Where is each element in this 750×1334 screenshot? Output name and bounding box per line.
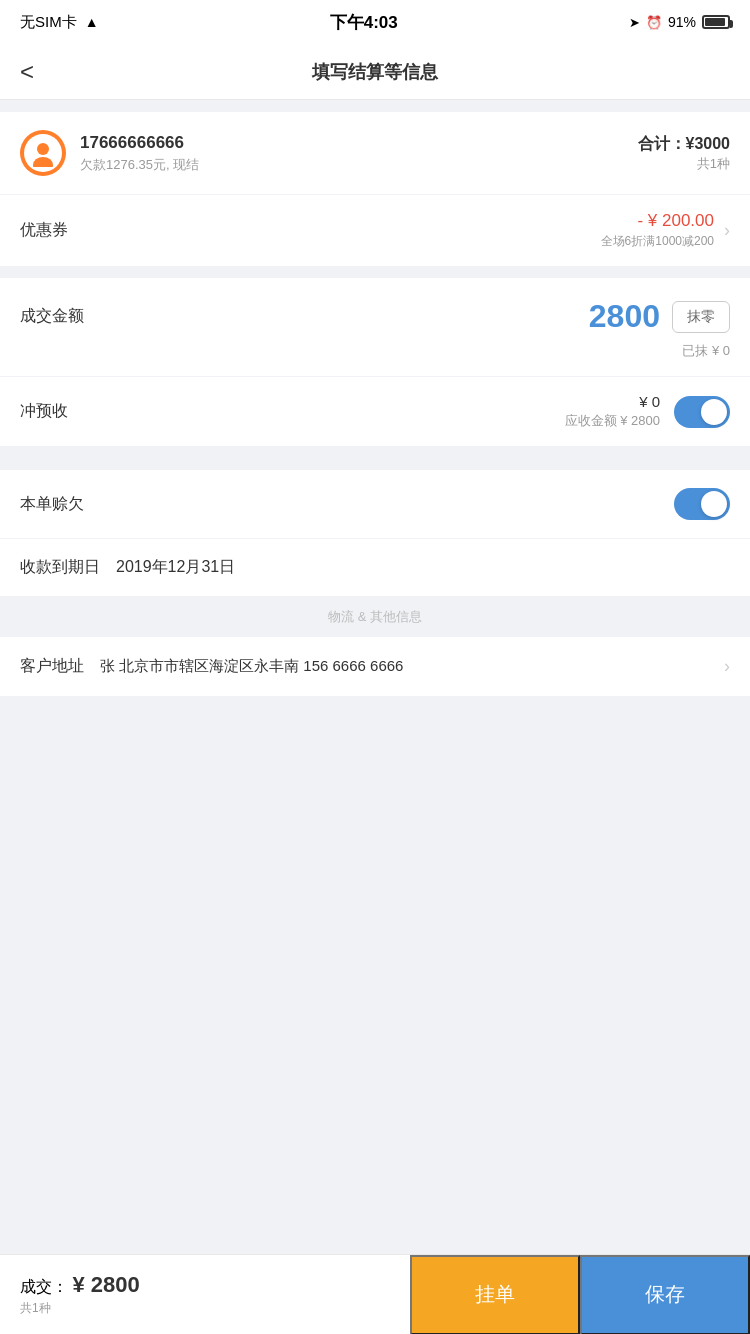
logistics-divider: 物流 & 其他信息 (0, 597, 750, 637)
address-value: 张 北京市市辖区海淀区永丰南 156 6666 6666 (100, 655, 716, 678)
battery-icon (702, 15, 730, 29)
debit-toggle[interactable] (674, 488, 730, 520)
amount-row: 成交金额 2800 抹零 (20, 298, 730, 335)
alarm-icon: ⏰ (646, 15, 662, 30)
bottom-summary: 成交： ¥ 2800 共1种 (0, 1272, 410, 1317)
customer-card: 17666666666 欠款1276.35元, 现结 合计：¥3000 共1种 (0, 112, 750, 194)
prepay-amount: ¥ 0 (565, 393, 660, 410)
prepay-toggle[interactable] (674, 396, 730, 428)
bottom-bar: 成交： ¥ 2800 共1种 挂单 保存 (0, 1254, 750, 1334)
customer-debt: 欠款1276.35元, 现结 (80, 156, 199, 174)
address-label: 客户地址 (20, 656, 84, 677)
time-display: 下午4:03 (330, 11, 398, 34)
battery-percent: 91% (668, 14, 696, 30)
total-amount: 合计：¥3000 (638, 134, 731, 155)
nav-title: 填写结算等信息 (312, 60, 438, 84)
section-divider-2 (0, 446, 750, 458)
customer-phone: 17666666666 (80, 133, 199, 153)
address-chevron-icon: › (724, 656, 730, 677)
debit-label: 本单赊欠 (20, 494, 84, 515)
amount-number: 2800 (589, 298, 660, 335)
customer-right: 合计：¥3000 共1种 (638, 134, 731, 173)
status-left: 无SIM卡 ▲ (20, 13, 99, 32)
section-divider-1 (0, 266, 750, 278)
summary-label: 成交： (20, 1278, 68, 1295)
hang-button[interactable]: 挂单 (410, 1255, 580, 1335)
status-right: ➤ ⏰ 91% (629, 14, 730, 30)
prepay-label: 冲预收 (20, 401, 68, 422)
carrier-text: 无SIM卡 (20, 13, 77, 32)
svg-point-1 (33, 157, 53, 167)
total-count: 共1种 (638, 155, 731, 173)
round-button[interactable]: 抹零 (672, 301, 730, 333)
toggle-knob (701, 399, 727, 425)
location-icon: ➤ (629, 15, 640, 30)
summary-amount: ¥ 2800 (72, 1272, 139, 1297)
svg-point-0 (37, 143, 49, 155)
customer-left: 17666666666 欠款1276.35元, 现结 (20, 130, 199, 176)
wifi-icon: ▲ (85, 14, 99, 30)
summary-count: 共1种 (20, 1300, 390, 1317)
debit-section: 本单赊欠 (0, 470, 750, 538)
prepay-values: ¥ 0 应收金额 ¥ 2800 (565, 393, 660, 430)
duedate-label: 收款到期日 (20, 557, 100, 578)
logistics-text: 物流 & 其他信息 (318, 608, 432, 626)
coupon-label: 优惠券 (20, 220, 68, 241)
prepay-section: 冲预收 ¥ 0 应收金额 ¥ 2800 (0, 376, 750, 446)
coupon-description: 全场6折满1000减200 (601, 233, 714, 250)
summary-label-row: 成交： ¥ 2800 (20, 1272, 390, 1298)
nav-bar: < 填写结算等信息 (0, 44, 750, 100)
avatar (20, 130, 66, 176)
duedate-section: 收款到期日 2019年12月31日 (0, 539, 750, 597)
address-section[interactable]: 客户地址 张 北京市市辖区海淀区永丰南 156 6666 6666 › (0, 637, 750, 696)
bottom-spacer (0, 696, 750, 776)
prepay-right: ¥ 0 应收金额 ¥ 2800 (565, 393, 730, 430)
amount-value-wrap: 2800 抹零 (589, 298, 730, 335)
amount-label: 成交金额 (20, 306, 84, 327)
avatar-icon (29, 139, 57, 167)
customer-info: 17666666666 欠款1276.35元, 现结 (80, 133, 199, 174)
amount-sub-text: 已抹 ¥ 0 (682, 343, 730, 358)
coupon-right: - ¥ 200.00 全场6折满1000减200 › (601, 211, 730, 250)
back-button[interactable]: < (20, 58, 34, 86)
amount-section: 成交金额 2800 抹零 已抹 ¥ 0 (0, 278, 750, 376)
save-button[interactable]: 保存 (580, 1255, 750, 1335)
chevron-right-icon: › (724, 220, 730, 241)
coupon-row[interactable]: 优惠券 - ¥ 200.00 全场6折满1000减200 › (0, 195, 750, 266)
duedate-value: 2019年12月31日 (116, 557, 235, 578)
prepay-total: 应收金额 ¥ 2800 (565, 412, 660, 430)
coupon-info: - ¥ 200.00 全场6折满1000减200 (601, 211, 714, 250)
debit-toggle-knob (701, 491, 727, 517)
status-bar: 无SIM卡 ▲ 下午4:03 ➤ ⏰ 91% (0, 0, 750, 44)
coupon-discount: - ¥ 200.00 (637, 211, 714, 231)
